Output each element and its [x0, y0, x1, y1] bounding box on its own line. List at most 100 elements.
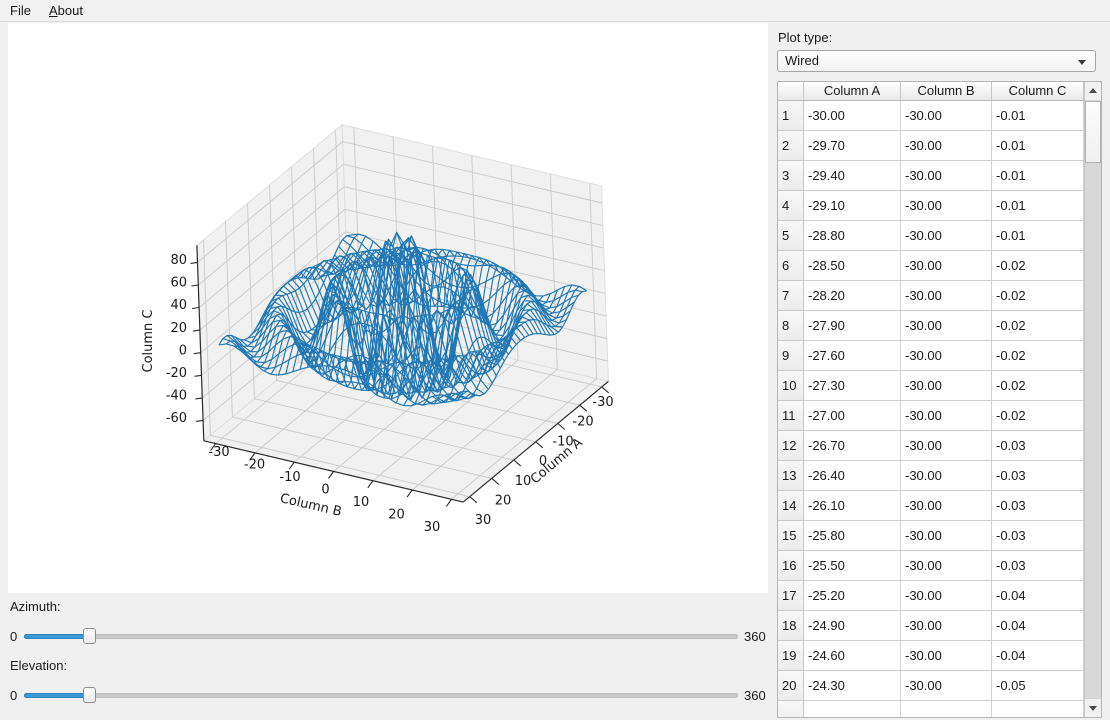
- table-cell[interactable]: -30.00: [901, 341, 992, 371]
- azimuth-slider-handle[interactable]: [83, 628, 96, 644]
- scrollbar-down-button[interactable]: [1085, 698, 1101, 717]
- table-row[interactable]: 19-24.60-30.00-0.04: [778, 641, 1084, 671]
- table-row[interactable]: 13-26.40-30.00-0.03: [778, 461, 1084, 491]
- table-cell[interactable]: -0.04: [992, 611, 1084, 641]
- table-cell[interactable]: -30.00: [901, 101, 992, 131]
- table-row[interactable]: 1-30.00-30.00-0.01: [778, 101, 1084, 131]
- table-cell[interactable]: -30.00: [804, 101, 901, 131]
- row-number[interactable]: 15: [778, 521, 804, 551]
- table-cell[interactable]: -30.00: [901, 671, 992, 701]
- table-row[interactable]: 11-27.00-30.00-0.02: [778, 401, 1084, 431]
- table-cell[interactable]: -0.01: [992, 161, 1084, 191]
- row-number[interactable]: 4: [778, 191, 804, 221]
- row-number[interactable]: 6: [778, 251, 804, 281]
- azimuth-slider[interactable]: [24, 634, 738, 639]
- table-cell[interactable]: -0.05: [992, 671, 1084, 701]
- table-cell[interactable]: -0.02: [992, 311, 1084, 341]
- scrollbar-thumb[interactable]: [1085, 101, 1101, 163]
- table-cell[interactable]: -30.00: [901, 461, 992, 491]
- table-cell[interactable]: -30.00: [901, 251, 992, 281]
- table-row[interactable]: 12-26.70-30.00-0.03: [778, 431, 1084, 461]
- row-number[interactable]: 8: [778, 311, 804, 341]
- table-cell[interactable]: -30.00: [901, 191, 992, 221]
- table-cell[interactable]: -30.00: [901, 551, 992, 581]
- table-cell[interactable]: -30.00: [901, 491, 992, 521]
- table-row[interactable]: 9-27.60-30.00-0.02: [778, 341, 1084, 371]
- scrollbar-up-button[interactable]: [1085, 82, 1101, 101]
- table-row[interactable]: 14-26.10-30.00-0.03: [778, 491, 1084, 521]
- row-number[interactable]: 12: [778, 431, 804, 461]
- table-corner-header[interactable]: [778, 82, 804, 100]
- table-cell[interactable]: -29.10: [804, 191, 901, 221]
- table-cell[interactable]: -0.04: [992, 641, 1084, 671]
- table-row[interactable]: 8-27.90-30.00-0.02: [778, 311, 1084, 341]
- table-header-column-c[interactable]: Column C: [992, 82, 1084, 100]
- table-row[interactable]: 5-28.80-30.00-0.01: [778, 221, 1084, 251]
- table-header-column-a[interactable]: Column A: [804, 82, 901, 100]
- table-cell[interactable]: -24.30: [804, 671, 901, 701]
- table-cell[interactable]: -30.00: [901, 161, 992, 191]
- row-number[interactable]: 5: [778, 221, 804, 251]
- table-cell[interactable]: -26.40: [804, 461, 901, 491]
- table-cell[interactable]: -0.02: [992, 401, 1084, 431]
- table-cell[interactable]: -27.00: [804, 401, 901, 431]
- row-number[interactable]: 7: [778, 281, 804, 311]
- table-vertical-scrollbar[interactable]: [1084, 82, 1101, 717]
- table-cell[interactable]: -28.80: [804, 221, 901, 251]
- table-row[interactable]: 4-29.10-30.00-0.01: [778, 191, 1084, 221]
- table-cell[interactable]: -0.03: [992, 551, 1084, 581]
- table-cell[interactable]: -0.03: [992, 461, 1084, 491]
- menu-about[interactable]: About: [40, 0, 92, 21]
- row-number[interactable]: 14: [778, 491, 804, 521]
- table-cell[interactable]: -25.20: [804, 581, 901, 611]
- table-row[interactable]: 18-24.90-30.00-0.04: [778, 611, 1084, 641]
- table-cell[interactable]: -0.02: [992, 281, 1084, 311]
- row-number[interactable]: 1: [778, 101, 804, 131]
- table-cell[interactable]: -0.02: [992, 341, 1084, 371]
- table-cell[interactable]: -0.01: [992, 221, 1084, 251]
- table-row[interactable]: 3-29.40-30.00-0.01: [778, 161, 1084, 191]
- table-cell[interactable]: -0.01: [992, 191, 1084, 221]
- plot-canvas[interactable]: -30-20-100102030-30-20-100102030-60-40-2…: [8, 23, 768, 593]
- table-cell[interactable]: -27.30: [804, 371, 901, 401]
- table-row[interactable]: 17-25.20-30.00-0.04: [778, 581, 1084, 611]
- table-cell[interactable]: -27.60: [804, 341, 901, 371]
- table-row[interactable]: 16-25.50-30.00-0.03: [778, 551, 1084, 581]
- table-cell[interactable]: -30.00: [901, 311, 992, 341]
- table-cell[interactable]: -0.01: [992, 101, 1084, 131]
- table-row[interactable]: 20-24.30-30.00-0.05: [778, 671, 1084, 701]
- table-cell[interactable]: -30.00: [901, 131, 992, 161]
- table-cell[interactable]: -30.00: [901, 431, 992, 461]
- table-cell[interactable]: -27.90: [804, 311, 901, 341]
- row-number[interactable]: 17: [778, 581, 804, 611]
- elevation-slider-handle[interactable]: [83, 687, 96, 703]
- table-cell[interactable]: -26.70: [804, 431, 901, 461]
- table-cell[interactable]: -30.00: [901, 371, 992, 401]
- table-cell[interactable]: -0.02: [992, 371, 1084, 401]
- table-cell[interactable]: -28.50: [804, 251, 901, 281]
- table-row[interactable]: 6-28.50-30.00-0.02: [778, 251, 1084, 281]
- table-cell[interactable]: -0.01: [992, 131, 1084, 161]
- table-cell[interactable]: -0.02: [992, 251, 1084, 281]
- table-cell[interactable]: -25.50: [804, 551, 901, 581]
- table-row[interactable]: 2-29.70-30.00-0.01: [778, 131, 1084, 161]
- elevation-slider[interactable]: [24, 693, 738, 698]
- row-number[interactable]: 20: [778, 671, 804, 701]
- row-number[interactable]: 11: [778, 401, 804, 431]
- table-cell[interactable]: -24.90: [804, 611, 901, 641]
- row-number[interactable]: 13: [778, 461, 804, 491]
- row-number[interactable]: 2: [778, 131, 804, 161]
- table-cell[interactable]: -0.03: [992, 431, 1084, 461]
- table-cell[interactable]: -30.00: [901, 221, 992, 251]
- table-cell[interactable]: -0.03: [992, 491, 1084, 521]
- table-cell[interactable]: -30.00: [901, 281, 992, 311]
- table-cell[interactable]: -25.80: [804, 521, 901, 551]
- table-cell[interactable]: -29.40: [804, 161, 901, 191]
- table-cell[interactable]: -0.03: [992, 521, 1084, 551]
- table-cell[interactable]: -30.00: [901, 641, 992, 671]
- table-row[interactable]: 15-25.80-30.00-0.03: [778, 521, 1084, 551]
- table-cell[interactable]: -29.70: [804, 131, 901, 161]
- row-number[interactable]: 19: [778, 641, 804, 671]
- plot-type-combobox[interactable]: Wired: [777, 50, 1096, 72]
- table-row[interactable]: 7-28.20-30.00-0.02: [778, 281, 1084, 311]
